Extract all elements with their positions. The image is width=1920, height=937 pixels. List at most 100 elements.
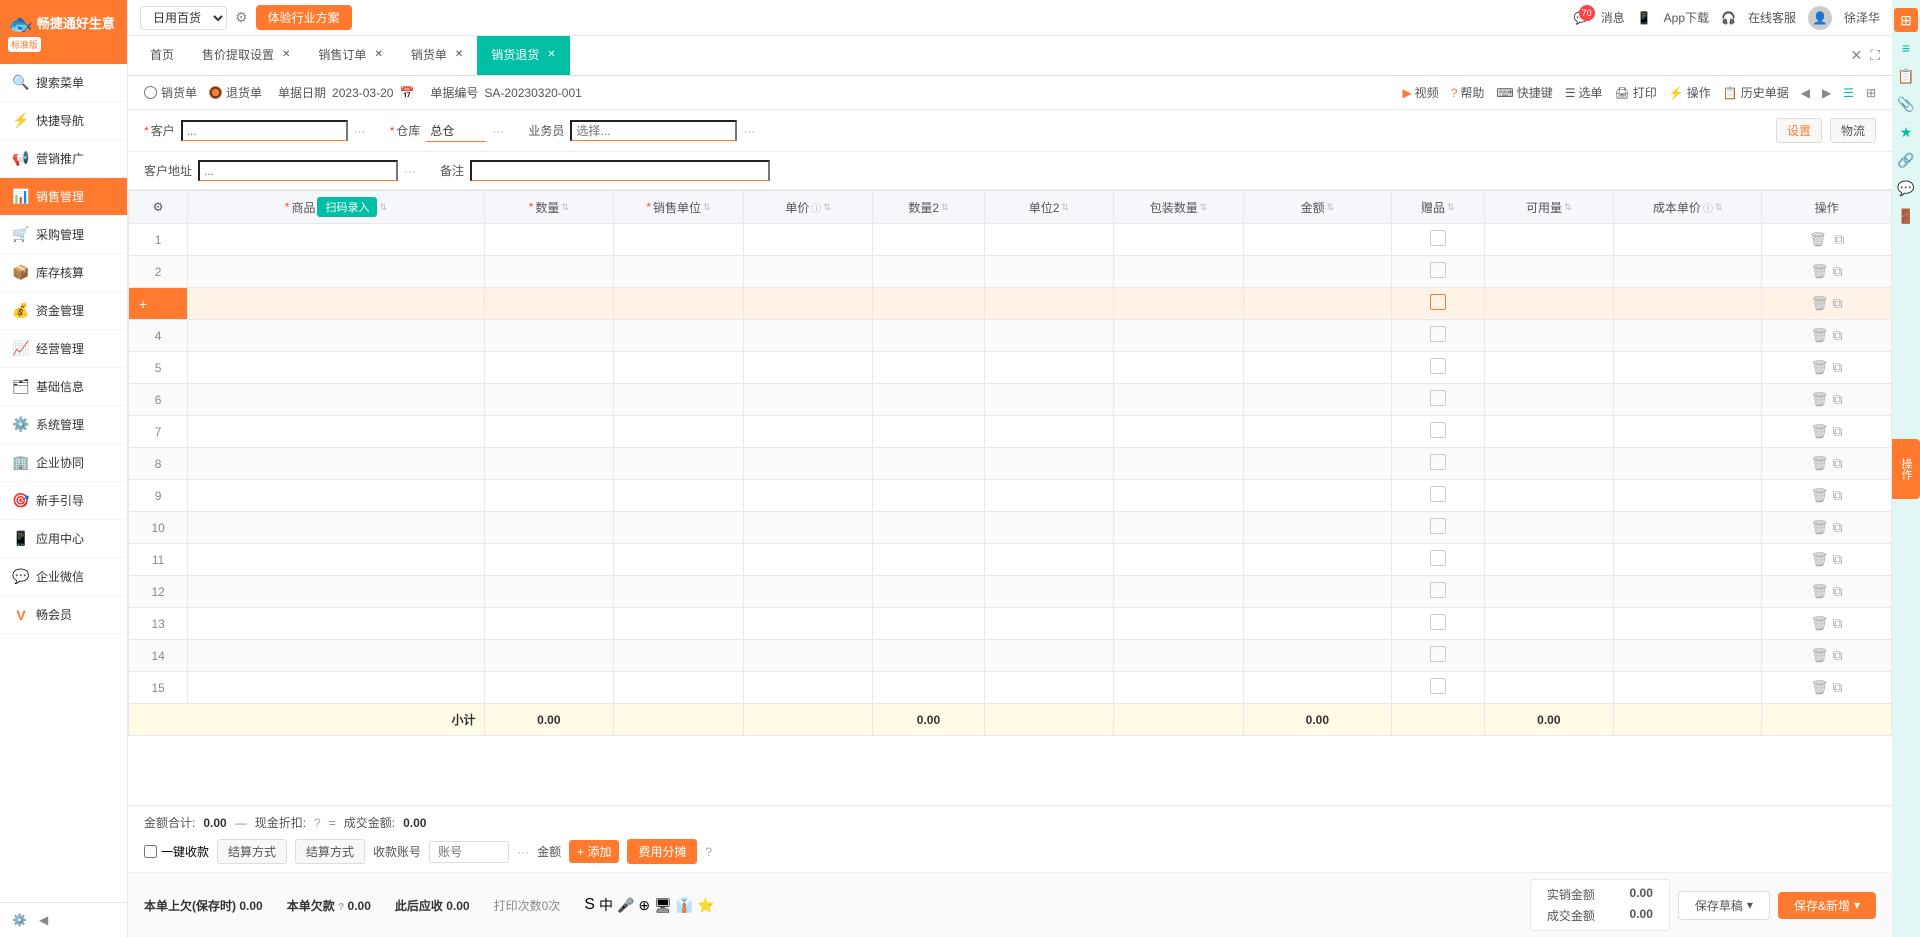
delivery-radio-input[interactable] xyxy=(144,86,157,99)
gift-checkbox-6[interactable] xyxy=(1430,390,1446,406)
gift-checkbox-3[interactable] xyxy=(1430,294,1446,310)
sidebar-item-inventory[interactable]: 📦 库存核算 xyxy=(0,254,127,292)
copy-row-8-icon[interactable]: ⧉ xyxy=(1833,455,1843,471)
print-action[interactable]: 🖨 打印 xyxy=(1615,84,1657,101)
unit2-cell-3[interactable] xyxy=(984,288,1114,320)
qty2-cell-2[interactable] xyxy=(873,256,984,288)
copy-row-1-icon[interactable]: ⧉ xyxy=(1834,231,1844,247)
pkg-cell-3[interactable] xyxy=(1114,288,1244,320)
gift-checkbox-12[interactable] xyxy=(1430,582,1446,598)
close-all-tabs-icon[interactable]: ✕ xyxy=(1846,43,1866,68)
delete-row-6-icon[interactable]: 🗑 xyxy=(1811,391,1829,407)
delete-row-7-icon[interactable]: 🗑 xyxy=(1811,423,1829,439)
cost-cell-2[interactable] xyxy=(1614,256,1762,288)
delete-row-14-icon[interactable]: 🗑 xyxy=(1811,647,1829,663)
delete-row-13-icon[interactable]: 🗑 xyxy=(1811,615,1829,631)
sidebar-item-basic[interactable]: 🗂 基础信息 xyxy=(0,368,127,406)
gift-checkbox-1[interactable] xyxy=(1430,230,1446,246)
delete-row-11-icon[interactable]: 🗑 xyxy=(1811,551,1829,567)
addr-input[interactable] xyxy=(198,160,398,181)
dropdown-icon[interactable]: ▾ xyxy=(1747,898,1753,912)
sidebar-item-apps[interactable]: 📱 应用中心 xyxy=(0,520,127,558)
tab-price-settings[interactable]: 售价提取设置 ✕ xyxy=(188,36,304,75)
tab-close-sales-delivery[interactable]: ✕ xyxy=(455,49,463,60)
unit-cell-2[interactable] xyxy=(614,256,744,288)
copy-row-4-icon[interactable]: ⧉ xyxy=(1833,327,1843,343)
save-draft-btn[interactable]: 保存草稿 ▾ xyxy=(1678,891,1770,920)
copy-row-2-icon[interactable]: ⧉ xyxy=(1833,263,1843,279)
sort-pkg-icon[interactable]: ⇅ xyxy=(1200,202,1208,213)
experience-btn[interactable]: 体验行业方案 xyxy=(256,5,352,30)
gift-checkbox-4[interactable] xyxy=(1430,326,1446,342)
amount-cell-3[interactable] xyxy=(1243,288,1391,320)
operate-action[interactable]: ⚡ 操作 xyxy=(1669,84,1711,101)
tab-sales-return[interactable]: 销货退货 ✕ xyxy=(477,36,569,75)
gift-checkbox-13[interactable] xyxy=(1430,614,1446,630)
sidebar-item-finance[interactable]: 💰 资金管理 xyxy=(0,292,127,330)
staff-input[interactable] xyxy=(570,120,737,141)
gift-cell-1[interactable] xyxy=(1391,224,1484,256)
right-panel-action-btn[interactable]: 操作 xyxy=(1892,439,1920,499)
tab-home[interactable]: 首页 xyxy=(136,36,188,75)
category-select[interactable]: 日用百货 xyxy=(140,6,227,30)
sidebar-item-sales[interactable]: 📊 销售管理 xyxy=(0,178,127,216)
copy-row-11-icon[interactable]: ⧉ xyxy=(1833,551,1843,567)
right-panel-expand-icon[interactable]: ⊞ xyxy=(1894,8,1918,32)
amount-cell-1[interactable] xyxy=(1243,224,1391,256)
sort-unit-icon[interactable]: ⇅ xyxy=(703,202,711,213)
gift-checkbox-8[interactable] xyxy=(1430,454,1446,470)
copy-row-3-icon[interactable]: ⧉ xyxy=(1833,295,1843,311)
qty-cell-3[interactable] xyxy=(484,288,614,320)
delete-row-9-icon[interactable]: 🗑 xyxy=(1811,487,1829,503)
sidebar-item-quicknav[interactable]: ⚡ 快捷导航 xyxy=(0,102,127,140)
fee-help-icon[interactable]: ? xyxy=(705,845,712,859)
sidebar-item-marketing[interactable]: 📢 营销推广 xyxy=(0,140,127,178)
qty-cell-1[interactable] xyxy=(484,224,614,256)
unit-cell-3[interactable] xyxy=(614,288,744,320)
product-cell-2[interactable] xyxy=(188,256,484,288)
addr-dots-btn[interactable]: ··· xyxy=(404,164,416,178)
sidebar-settings-icon[interactable]: ⚙️ xyxy=(12,913,27,927)
sort-gift-icon[interactable]: ⇅ xyxy=(1447,202,1455,213)
gift-checkbox-11[interactable] xyxy=(1430,550,1446,566)
scan-btn[interactable]: 扫码录入 xyxy=(317,197,377,217)
sort-qty2-icon[interactable]: ⇅ xyxy=(941,202,949,213)
right-panel-clipboard-icon[interactable]: 📋 xyxy=(1894,64,1918,88)
right-panel-collapse-icon[interactable]: ≡ xyxy=(1894,36,1918,60)
one-click-checkbox[interactable] xyxy=(144,845,157,858)
delete-row-1-icon[interactable]: 🗑 xyxy=(1809,231,1827,247)
sort-product-icon[interactable]: ⇅ xyxy=(379,202,387,213)
nav-prev-icon[interactable]: ◀ xyxy=(1801,86,1810,100)
qty2-cell-1[interactable] xyxy=(873,224,984,256)
tab-sales-order[interactable]: 销售订单 ✕ xyxy=(304,36,396,75)
amount-cell-2[interactable] xyxy=(1243,256,1391,288)
history-action[interactable]: 📋 历史单据 xyxy=(1723,84,1789,101)
price-cell-1[interactable] xyxy=(743,224,873,256)
qty-cell-2[interactable] xyxy=(484,256,614,288)
nav-next-icon[interactable]: ▶ xyxy=(1822,86,1831,100)
warehouse-dots-btn[interactable]: ··· xyxy=(492,124,504,138)
message-icon-wrapper[interactable]: 💬 70 xyxy=(1574,11,1589,25)
view-list-icon[interactable]: ☰ xyxy=(1843,86,1854,100)
tab-close-sales-return[interactable]: ✕ xyxy=(547,49,555,60)
copy-row-13-icon[interactable]: ⧉ xyxy=(1833,615,1843,631)
select-action[interactable]: ☰ 选单 xyxy=(1565,84,1603,101)
delete-row-3-icon[interactable]: 🗑 xyxy=(1811,295,1829,311)
tab-close-price-settings[interactable]: ✕ xyxy=(282,49,290,60)
pkg-cell-1[interactable] xyxy=(1114,224,1244,256)
type-delivery-radio[interactable]: 销货单 xyxy=(144,84,197,101)
delete-row-12-icon[interactable]: 🗑 xyxy=(1811,583,1829,599)
video-action[interactable]: ▶ 视频 xyxy=(1402,84,1438,101)
type-return-radio[interactable]: 退货单 xyxy=(209,84,262,101)
qty2-cell-3[interactable] xyxy=(873,288,984,320)
price-cell-3[interactable] xyxy=(743,288,873,320)
copy-row-7-icon[interactable]: ⧉ xyxy=(1833,423,1843,439)
cost-cell-3[interactable] xyxy=(1614,288,1762,320)
unit2-cell-1[interactable] xyxy=(984,224,1114,256)
gift-checkbox-10[interactable] xyxy=(1430,518,1446,534)
one-click-label[interactable]: 一键收款 xyxy=(144,843,209,860)
delete-row-10-icon[interactable]: 🗑 xyxy=(1811,519,1829,535)
topbar-gear-icon[interactable]: ⚙ xyxy=(235,9,248,26)
customer-input[interactable] xyxy=(181,120,348,141)
sort-avail-icon[interactable]: ⇅ xyxy=(1564,202,1572,213)
